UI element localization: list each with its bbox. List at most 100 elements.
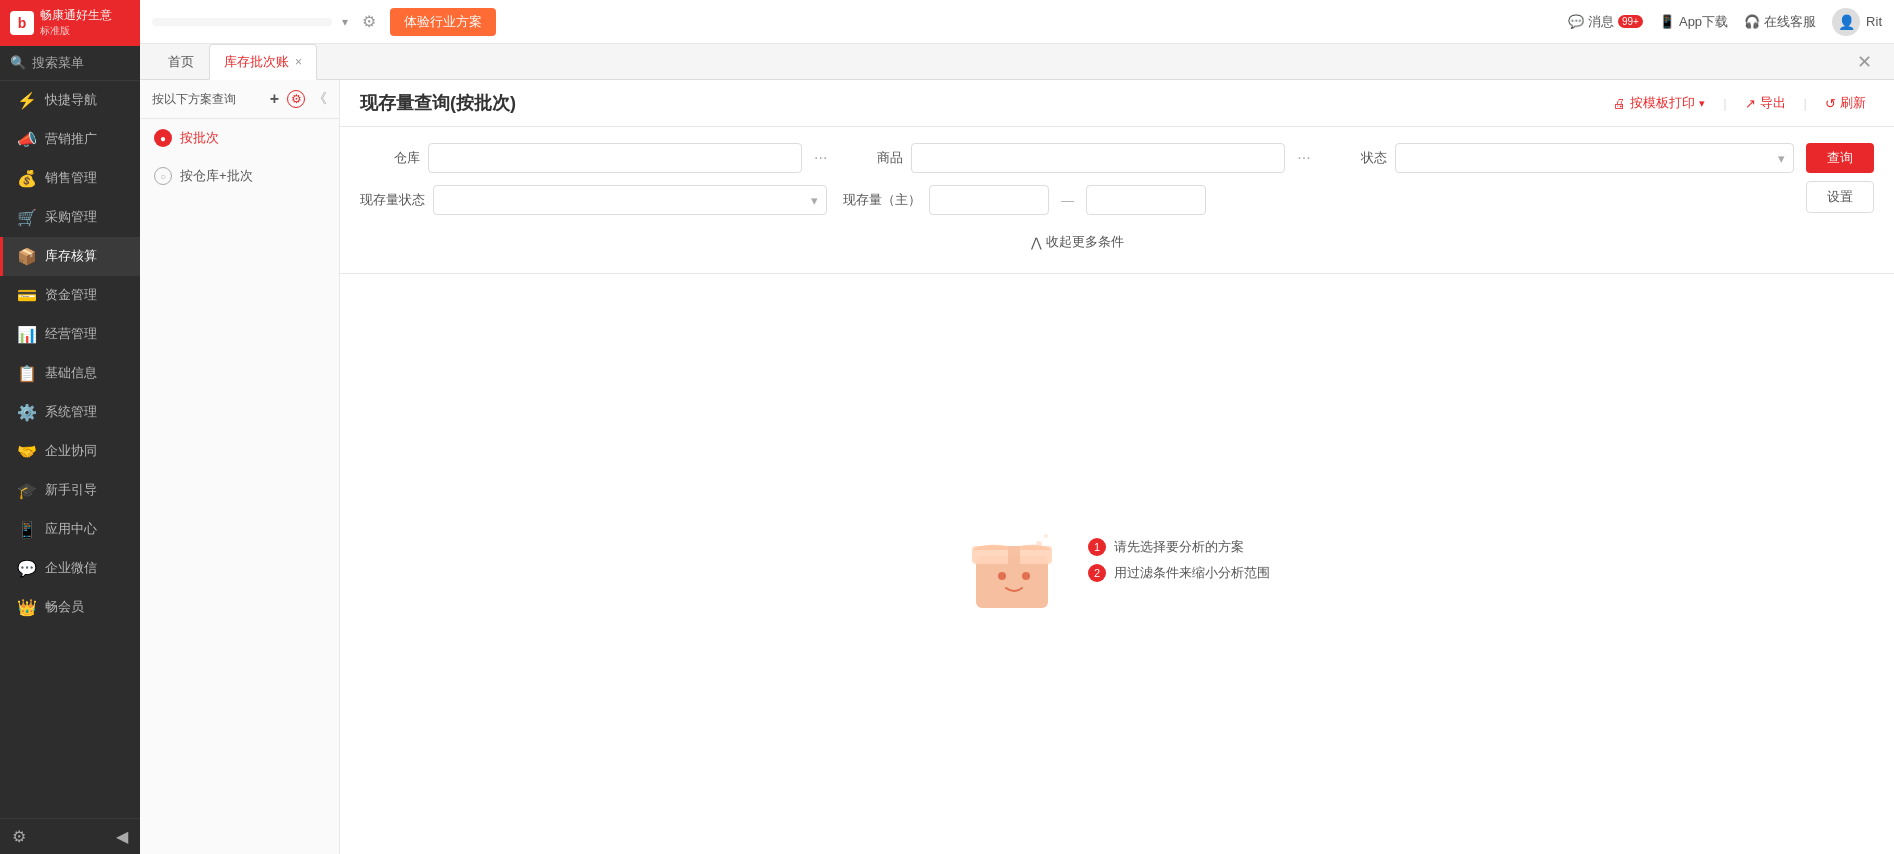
step-1-num: 1 (1088, 538, 1106, 556)
sidebar-item-purchase[interactable]: 🛒 采购管理 (0, 198, 140, 237)
left-panel: 按以下方案查询 + ⚙ 《 ● 按批次 ○ 按仓库+批次 (140, 80, 340, 854)
stock-quantity-to[interactable] (1086, 185, 1206, 215)
left-panel-icons: + ⚙ 《 (270, 90, 327, 108)
sidebar-item-quicknav[interactable]: ⚡ 快捷导航 (0, 81, 140, 120)
app-version: 标准版 (40, 24, 112, 38)
batch-icon: ● (154, 129, 172, 147)
sidebar-item-finance[interactable]: 💳 资金管理 (0, 276, 140, 315)
left-panel-title: 按以下方案查询 (152, 91, 236, 108)
username: Rit (1866, 14, 1882, 29)
export-icon: ↗ (1745, 96, 1756, 111)
refresh-label: 刷新 (1840, 94, 1866, 112)
tab-home[interactable]: 首页 (154, 44, 209, 80)
sidebar-item-label: 新手引导 (45, 481, 97, 499)
tab-inventory-batch[interactable]: 库存批次账 × (209, 44, 317, 80)
print-icon: 🖨 (1613, 96, 1626, 111)
topbar-search-area[interactable] (152, 18, 332, 26)
product-more-icon[interactable]: ··· (1297, 149, 1310, 167)
sidebar-item-system[interactable]: ⚙️ 系统管理 (0, 393, 140, 432)
sidebar-settings-icon[interactable]: ⚙ (12, 827, 26, 846)
wechat-icon: 💬 (17, 559, 37, 578)
app-download-action[interactable]: 📱 App下载 (1659, 13, 1728, 31)
product-label: 商品 (843, 149, 903, 167)
tab-inventory-batch-label: 库存批次账 (224, 44, 289, 80)
stock-status-select[interactable]: ▾ (433, 185, 827, 215)
scheme-settings-icon[interactable]: ⚙ (287, 90, 305, 108)
warehouse-more-icon[interactable]: ··· (814, 149, 827, 167)
collapse-panel-icon[interactable]: 《 (313, 90, 327, 108)
settings-button[interactable]: 设置 (1806, 181, 1874, 213)
appcenter-icon: 📱 (17, 520, 37, 539)
tab-close-icon[interactable]: × (295, 44, 302, 80)
filter-warehouse: 仓库 ··· (360, 143, 827, 173)
messages-action[interactable]: 💬 消息 99+ (1568, 13, 1643, 31)
purchase-icon: 🛒 (17, 208, 37, 227)
sidebar-item-newguide[interactable]: 🎓 新手引导 (0, 471, 140, 510)
sidebar-item-enterprise[interactable]: 🤝 企业协同 (0, 432, 140, 471)
sidebar-item-wechat[interactable]: 💬 企业微信 (0, 549, 140, 588)
print-chevron-icon[interactable]: ▾ (1699, 97, 1705, 110)
app-download-label: App下载 (1679, 13, 1728, 31)
scheme-item-warehouse-batch-label: 按仓库+批次 (180, 167, 253, 185)
filter-area: 仓库 ··· 商品 ··· 状态 (340, 127, 1894, 274)
status-label: 状态 (1327, 149, 1387, 167)
refresh-button[interactable]: ↺ 刷新 (1817, 90, 1874, 116)
topbar-gear-icon[interactable]: ⚙ (358, 8, 380, 35)
empty-svg (964, 514, 1064, 614)
warehouse-input[interactable] (428, 143, 802, 173)
stock-quantity-from[interactable] (929, 185, 1049, 215)
sidebar-item-sales[interactable]: 💰 销售管理 (0, 159, 140, 198)
sidebar-item-inventory[interactable]: 📦 库存核算 (0, 237, 140, 276)
topbar: ▾ ⚙ 体验行业方案 💬 消息 99+ 📱 App下载 🎧 在线客服 👤 Rit (140, 0, 1894, 44)
operation-icon: 📊 (17, 325, 37, 344)
topbar-chevron-icon[interactable]: ▾ (342, 15, 348, 29)
collapse-more-label: 收起更多条件 (1046, 233, 1124, 251)
sidebar-item-operation[interactable]: 📊 经营管理 (0, 315, 140, 354)
online-service-action[interactable]: 🎧 在线客服 (1744, 13, 1816, 31)
status-select[interactable]: ▾ (1395, 143, 1794, 173)
sidebar-item-label: 企业微信 (45, 559, 97, 577)
filter-main: 仓库 ··· 商品 ··· 状态 (360, 143, 1794, 257)
page-header-actions: 🖨 按模板打印 ▾ | ↗ 导出 | ↺ 刷新 (1605, 90, 1874, 116)
app-logo: b 畅康通好生意 标准版 (0, 0, 140, 46)
experience-button[interactable]: 体验行业方案 (390, 8, 496, 36)
marketing-icon: 📣 (17, 130, 37, 149)
sidebar-bottom: ⚙ ◀ (0, 818, 140, 854)
sidebar-search[interactable]: 🔍 搜索菜单 (0, 46, 140, 81)
left-panel-header: 按以下方案查询 + ⚙ 《 (140, 80, 339, 119)
product-input[interactable] (911, 143, 1285, 173)
topbar-right: 💬 消息 99+ 📱 App下载 🎧 在线客服 👤 Rit (1568, 8, 1882, 36)
export-button[interactable]: ↗ 导出 (1737, 90, 1794, 116)
sidebar-item-appcenter[interactable]: 📱 应用中心 (0, 510, 140, 549)
sidebar-item-label: 快捷导航 (45, 91, 97, 109)
collapse-more[interactable]: ⋀ 收起更多条件 (360, 227, 1794, 257)
stock-status-label: 现存量状态 (360, 191, 425, 209)
sidebar-item-basic[interactable]: 📋 基础信息 (0, 354, 140, 393)
print-template-button[interactable]: 🖨 按模板打印 ▾ (1605, 90, 1713, 116)
tabs-wrapper: 首页 库存批次账 × ✕ (154, 44, 1880, 80)
tab-home-label: 首页 (168, 54, 194, 69)
user-area[interactable]: 👤 Rit (1832, 8, 1882, 36)
step-1-text: 请先选择要分析的方案 (1114, 538, 1244, 556)
add-scheme-icon[interactable]: + (270, 90, 279, 108)
scheme-item-warehouse-batch[interactable]: ○ 按仓库+批次 (140, 157, 339, 195)
sidebar-collapse-icon[interactable]: ◀ (116, 827, 128, 846)
filter-stock-quantity: 现存量（主） — (843, 185, 1310, 215)
sidebar-item-marketing[interactable]: 📣 营销推广 (0, 120, 140, 159)
empty-step-1: 1 请先选择要分析的方案 (1088, 538, 1270, 556)
close-panel-button[interactable]: ✕ (1857, 51, 1872, 73)
stock-status-chevron-icon: ▾ (811, 193, 818, 208)
message-icon: 💬 (1568, 14, 1584, 29)
app-name: 畅康通好生意 (40, 8, 112, 24)
empty-text-area: 1 请先选择要分析的方案 2 用过滤条件来缩小分析范围 (1088, 538, 1270, 590)
sidebar-item-vip[interactable]: 👑 畅会员 (0, 588, 140, 627)
scheme-item-batch[interactable]: ● 按批次 (140, 119, 339, 157)
logo-icon: b (10, 11, 34, 35)
warehouse-batch-icon: ○ (154, 167, 172, 185)
content-area: 按以下方案查询 + ⚙ 《 ● 按批次 ○ 按仓库+批次 现存量查询(按批次) (140, 80, 1894, 854)
svg-point-4 (1022, 572, 1030, 580)
query-button[interactable]: 查询 (1806, 143, 1874, 173)
messages-label: 消息 (1588, 13, 1614, 31)
sidebar-item-label: 企业协同 (45, 442, 97, 460)
warehouse-label: 仓库 (360, 149, 420, 167)
